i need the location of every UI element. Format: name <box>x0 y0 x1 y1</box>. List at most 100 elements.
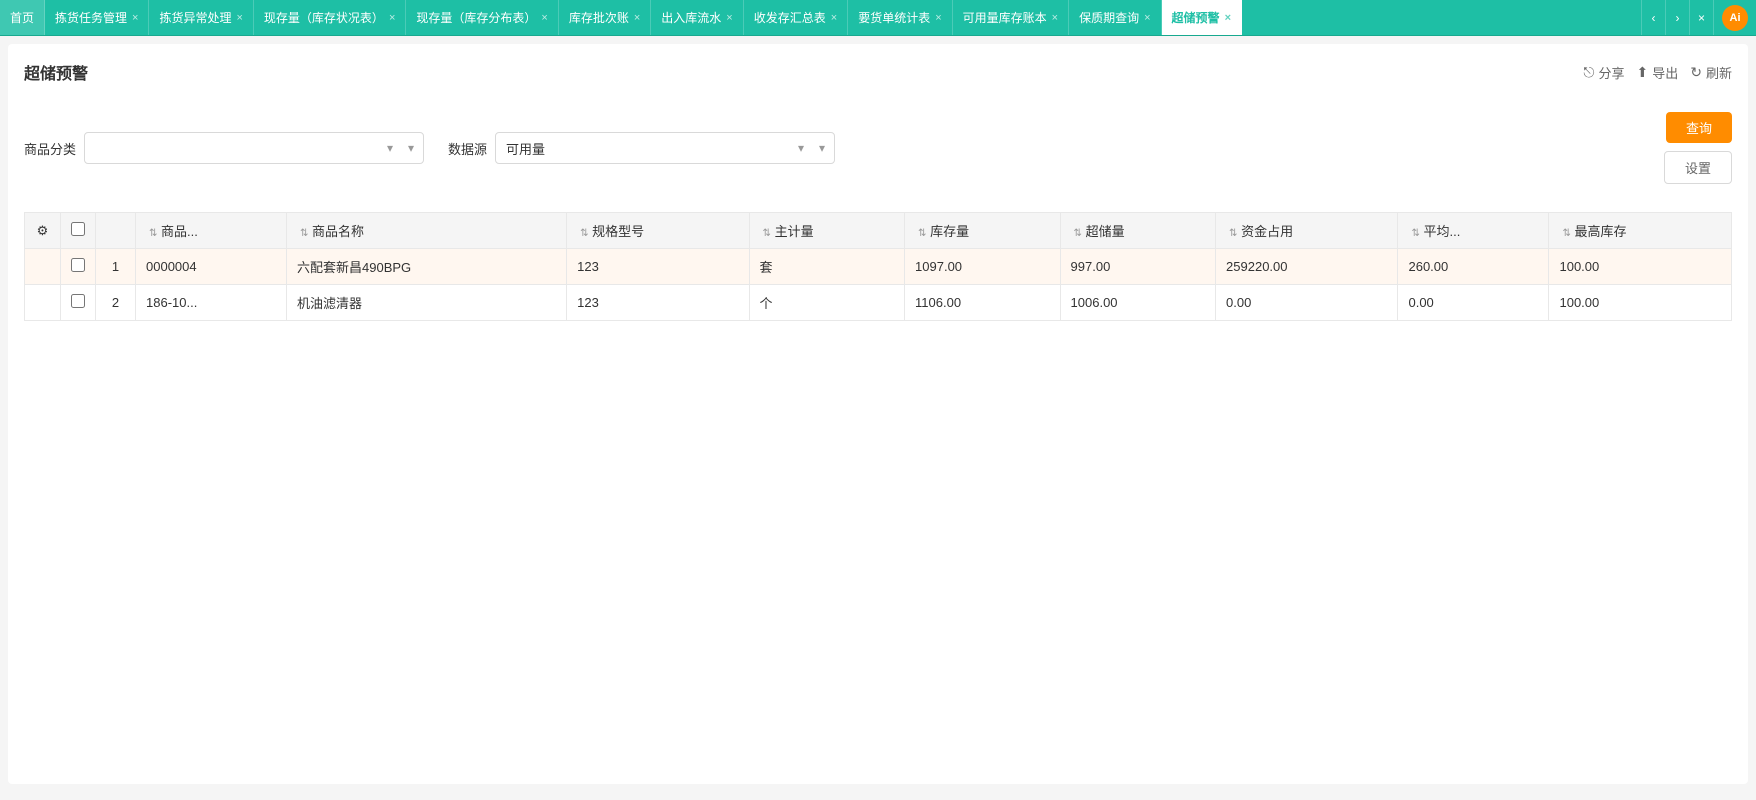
td-unit: 套 <box>749 249 905 285</box>
nav-arrows: ‹ › × Ai <box>1641 0 1756 36</box>
close-icon[interactable]: × <box>132 12 138 24</box>
category-select[interactable]: ▾ <box>84 132 424 164</box>
close-icon[interactable]: × <box>389 12 395 24</box>
td-overstock: 997.00 <box>1060 249 1216 285</box>
th-avg[interactable]: ⇅ 平均... <box>1398 213 1549 249</box>
nav-next-button[interactable]: › <box>1665 0 1689 36</box>
td-name: 六配套新昌490BPG <box>287 249 567 285</box>
th-gear[interactable]: ⚙ <box>25 213 61 249</box>
td-avg: 0.00 <box>1398 285 1549 321</box>
nav-close-button[interactable]: × <box>1689 0 1713 36</box>
header-actions: ⎋ 分享 ⬆ 导出 ↻ 刷新 <box>1583 63 1732 82</box>
td-sku: 186-10... <box>136 285 287 321</box>
close-icon[interactable]: × <box>541 12 547 24</box>
nav-tab-label: 拣货异常处理 <box>159 9 231 26</box>
close-icon[interactable]: × <box>1052 12 1058 24</box>
th-stock[interactable]: ⇅ 库存量 <box>905 213 1061 249</box>
td-name: 机油滤清器 <box>287 285 567 321</box>
nav-tab-7[interactable]: 收发存汇总表 × <box>744 0 848 36</box>
th-name[interactable]: ⇅ 商品名称 <box>287 213 567 249</box>
td-maxstock: 100.00 <box>1549 285 1732 321</box>
close-icon[interactable]: × <box>831 12 837 24</box>
th-spec[interactable]: ⇅ 规格型号 <box>567 213 749 249</box>
nav-tab-1[interactable]: 拣货任务管理 × <box>45 0 149 36</box>
th-maxstock[interactable]: ⇅ 最高库存 <box>1549 213 1732 249</box>
nav-tab-label: 现存量（库存分布表） <box>416 9 536 26</box>
sort-icon: ⇅ <box>1411 228 1419 239</box>
sort-icon: ⇅ <box>918 228 926 239</box>
avatar: Ai <box>1722 5 1748 31</box>
category-label: 商品分类 <box>24 139 76 158</box>
chevron-down-icon: ▾ <box>798 141 804 155</box>
td-checkbox[interactable] <box>61 285 96 321</box>
nav-prev-button[interactable]: ‹ <box>1641 0 1665 36</box>
th-capital[interactable]: ⇅ 资金占用 <box>1216 213 1398 249</box>
td-spec: 123 <box>567 285 749 321</box>
export-button[interactable]: ⬆ 导出 <box>1637 63 1679 82</box>
nav-tab-label: 要货单统计表 <box>858 9 930 26</box>
nav-tab-label: 保质期查询 <box>1079 9 1139 26</box>
nav-tab-11[interactable]: 超储预警 × <box>1162 0 1242 36</box>
datasource-select-value: 可用量 <box>506 139 545 158</box>
share-button[interactable]: ⎋ 分享 <box>1583 63 1624 82</box>
nav-tab-label: 拣货任务管理 <box>55 9 127 26</box>
data-table: ⚙ ⇅ 商品... ⇅ 商品名称 ⇅ 规格型号 <box>24 212 1732 321</box>
nav-tab-8[interactable]: 要货单统计表 × <box>848 0 952 36</box>
nav-tab-9[interactable]: 可用量库存账本 × <box>953 0 1069 36</box>
td-avg: 260.00 <box>1398 249 1549 285</box>
share-icon: ⎋ <box>1583 64 1594 81</box>
nav-tab-10[interactable]: 保质期查询 × <box>1069 0 1161 36</box>
nav-tab-6[interactable]: 出入库流水 × <box>651 0 743 36</box>
td-row-num: 1 <box>96 249 136 285</box>
nav-tab-2[interactable]: 拣货异常处理 × <box>149 0 253 36</box>
page-content: 超储预警 ⎋ 分享 ⬆ 导出 ↻ 刷新 商品分类 ▾ <box>8 44 1748 784</box>
td-checkbox[interactable] <box>61 249 96 285</box>
sort-icon: ⇅ <box>1074 228 1082 239</box>
top-navigation: 首页 拣货任务管理 × 拣货异常处理 × 现存量（库存状况表） × 现存量（库存… <box>0 0 1756 36</box>
settings-button[interactable]: 设置 <box>1664 151 1732 184</box>
td-capital: 0.00 <box>1216 285 1398 321</box>
page-header: 超储预警 ⎋ 分享 ⬆ 导出 ↻ 刷新 <box>24 60 1732 84</box>
sort-icon: ⇅ <box>763 228 771 239</box>
row-checkbox[interactable] <box>71 258 85 272</box>
th-checkbox[interactable] <box>61 213 96 249</box>
refresh-button[interactable]: ↻ 刷新 <box>1690 63 1732 82</box>
th-sku[interactable]: ⇅ 商品... <box>136 213 287 249</box>
export-icon: ⬆ <box>1637 64 1649 81</box>
nav-tab-home[interactable]: 首页 <box>0 0 45 36</box>
datasource-select-wrapper: 可用量 ▾ <box>495 132 835 164</box>
sort-icon: ⇅ <box>1562 228 1570 239</box>
nav-tab-label: 超储预警 <box>1172 9 1220 26</box>
nav-tab-3[interactable]: 现存量（库存状况表） × <box>254 0 406 36</box>
table-body: 1 0000004 六配套新昌490BPG 123 套 1097.00 997.… <box>25 249 1732 321</box>
close-icon[interactable]: × <box>726 12 732 24</box>
sort-icon: ⇅ <box>1229 228 1237 239</box>
datasource-select[interactable]: 可用量 ▾ <box>495 132 835 164</box>
page-title: 超储预警 <box>24 60 88 84</box>
close-icon[interactable]: × <box>1144 12 1150 24</box>
td-spec: 123 <box>567 249 749 285</box>
row-checkbox[interactable] <box>71 294 85 308</box>
close-icon[interactable]: × <box>1225 12 1231 24</box>
sort-icon: ⇅ <box>149 228 157 239</box>
nav-tab-label: 出入库流水 <box>661 9 721 26</box>
close-icon[interactable]: × <box>634 12 640 24</box>
td-row-num: 2 <box>96 285 136 321</box>
datasource-label: 数据源 <box>448 139 487 158</box>
td-stock: 1097.00 <box>905 249 1061 285</box>
nav-tab-label: 首页 <box>10 9 34 26</box>
th-unit[interactable]: ⇅ 主计量 <box>749 213 905 249</box>
query-button[interactable]: 查询 <box>1666 112 1732 143</box>
close-icon[interactable]: × <box>935 12 941 24</box>
close-icon[interactable]: × <box>236 12 242 24</box>
nav-tab-5[interactable]: 库存批次账 × <box>559 0 651 36</box>
td-unit: 个 <box>749 285 905 321</box>
nav-tab-4[interactable]: 现存量（库存分布表） × <box>406 0 558 36</box>
gear-icon: ⚙ <box>37 223 49 239</box>
nav-tab-label: 收发存汇总表 <box>754 9 826 26</box>
refresh-icon: ↻ <box>1690 64 1702 81</box>
nav-tab-label: 现存量（库存状况表） <box>264 9 384 26</box>
filter-area: 商品分类 ▾ 数据源 可用量 ▾ 查询 设置 <box>24 100 1732 196</box>
th-overstock[interactable]: ⇅ 超储量 <box>1060 213 1216 249</box>
select-all-checkbox[interactable] <box>71 222 85 236</box>
